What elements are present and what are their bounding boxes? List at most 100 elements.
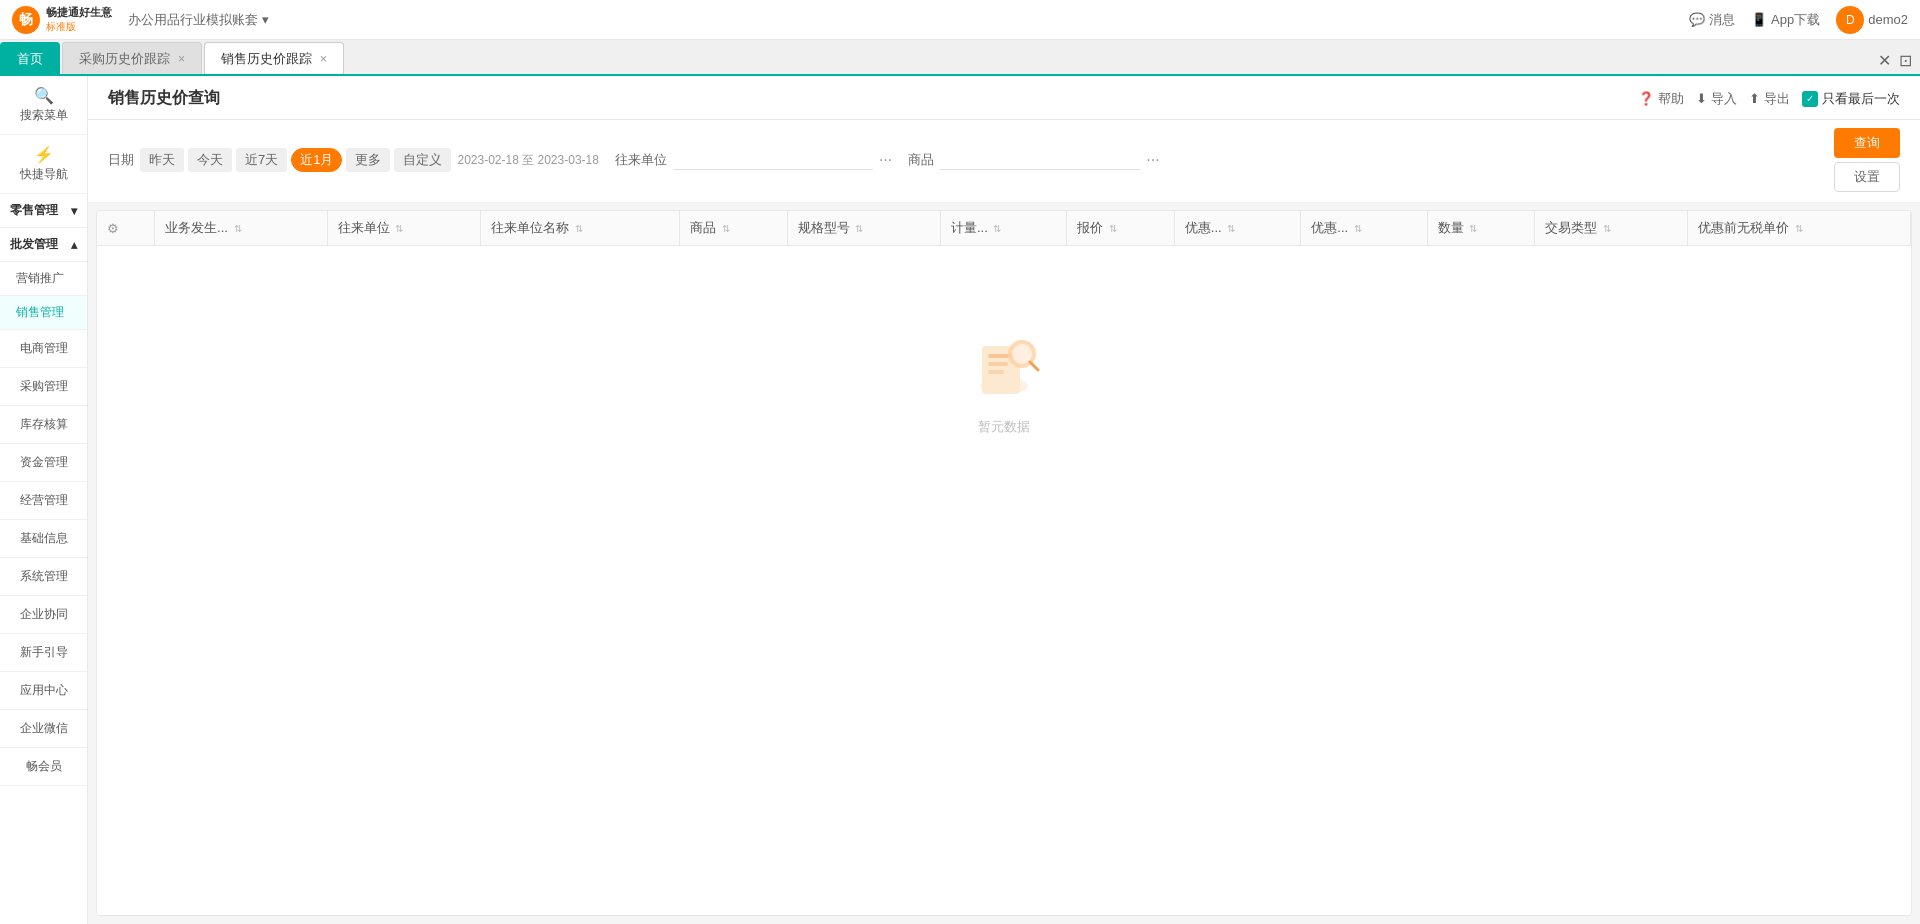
table-col-discount1[interactable]: 优惠... ⇅ (1174, 211, 1301, 246)
export-btn[interactable]: ⬆ 导出 (1749, 90, 1790, 108)
date-range-display: 2023-02-18 至 2023-03-18 (457, 152, 598, 169)
help-label: 帮助 (1658, 90, 1684, 108)
table-col-pre-tax-price[interactable]: 优惠前无税单价 ⇅ (1688, 211, 1911, 246)
only-last-checkbox-label[interactable]: ✓ 只看最后一次 (1802, 90, 1900, 108)
sort-spec-icon: ⇅ (855, 223, 863, 234)
sidebar-sub-item-sales-mgmt[interactable]: 销售管理 (0, 296, 87, 330)
gear-icon[interactable]: ⚙ (107, 221, 119, 236)
sidebar-sub-sales-label: 销售管理 (16, 305, 64, 319)
empty-text: 暂元数据 (978, 418, 1030, 436)
sidebar-item-inventory[interactable]: 库存核算 (0, 406, 87, 444)
sidebar-item-wechat-label: 企业微信 (20, 720, 68, 737)
sidebar-item-wholesale-label: 批发管理 (10, 236, 58, 253)
tab-purchase-history[interactable]: 采购历史价跟踪 × (62, 42, 202, 74)
table-body: 暂元数据 (97, 246, 1911, 517)
quote-header: 报价 (1077, 220, 1103, 235)
sort-product-icon: ⇅ (722, 223, 730, 234)
svg-rect-3 (988, 362, 1008, 366)
sidebar-item-retail-label: 零售管理 (10, 202, 58, 219)
sidebar-item-quick-nav[interactable]: ⚡ 快捷导航 (0, 135, 87, 194)
sidebar-item-membership[interactable]: 畅会员 (0, 748, 87, 786)
partner-input[interactable] (673, 150, 873, 170)
sidebar-item-wholesale-mgmt[interactable]: 批发管理 ▴ (0, 228, 87, 262)
filter-row: 日期 昨天 今天 近7天 近1月 更多 自定义 2023-02-18 至 202… (88, 120, 1920, 202)
table-col-quote[interactable]: 报价 ⇅ (1067, 211, 1174, 246)
logo-main-text: 畅捷通好生意 (46, 5, 112, 20)
import-btn[interactable]: ⬇ 导入 (1696, 90, 1737, 108)
sidebar-item-ecommerce[interactable]: 电商管理 (0, 330, 87, 368)
table-col-partner-name[interactable]: 往来单位名称 ⇅ (480, 211, 679, 246)
sidebar-item-app-center[interactable]: 应用中心 (0, 672, 87, 710)
help-btn[interactable]: ❓ 帮助 (1638, 90, 1684, 108)
close-sales-history-icon[interactable]: × (320, 52, 327, 66)
page-title-row: 销售历史价查询 ❓ 帮助 ⬇ 导入 ⬆ 导出 ✓ (108, 88, 1900, 109)
sidebar-item-basic-info[interactable]: 基础信息 (0, 520, 87, 558)
sidebar-item-enterprise-collab[interactable]: 企业协同 (0, 596, 87, 634)
table-header: ⚙ 业务发生... ⇅ 往来单位 ⇅ 往来单位名称 ⇅ (97, 211, 1911, 246)
partner-name-header: 往来单位名称 (491, 220, 569, 235)
sidebar-item-retail-mgmt[interactable]: 零售管理 ▾ (0, 194, 87, 228)
table-col-unit[interactable]: 计量... ⇅ (940, 211, 1067, 246)
purchase-history-tab-label: 采购历史价跟踪 (79, 50, 170, 68)
query-button[interactable]: 查询 (1834, 128, 1900, 158)
content-area: 销售历史价查询 ❓ 帮助 ⬇ 导入 ⬆ 导出 ✓ (88, 76, 1920, 924)
only-last-checkbox[interactable]: ✓ (1802, 91, 1818, 107)
date-filter-group: 日期 昨天 今天 近7天 近1月 更多 自定义 2023-02-18 至 202… (108, 148, 599, 172)
sidebar-item-search[interactable]: 🔍 搜索菜单 (0, 76, 87, 135)
empty-state: 暂元数据 (97, 246, 1911, 516)
table-col-settings[interactable]: ⚙ (97, 211, 155, 246)
product-input[interactable] (940, 150, 1140, 170)
sidebar-item-enterprise-wechat[interactable]: 企业微信 (0, 710, 87, 748)
page-title: 销售历史价查询 (108, 88, 220, 109)
table-col-partner-code[interactable]: 往来单位 ⇅ (327, 211, 480, 246)
sidebar-item-operations[interactable]: 经营管理 (0, 482, 87, 520)
spec-header: 规格型号 (798, 220, 850, 235)
date-btn-7days[interactable]: 近7天 (236, 148, 287, 172)
tab-sales-history[interactable]: 销售历史价跟踪 × (204, 42, 344, 74)
only-last-label: 只看最后一次 (1822, 90, 1900, 108)
settings-button[interactable]: 设置 (1834, 162, 1900, 192)
unit-header: 计量... (951, 220, 988, 235)
date-btn-today[interactable]: 今天 (188, 148, 232, 172)
maximize-icon[interactable]: ⊡ (1899, 51, 1912, 70)
nav-dropdown[interactable]: 办公用品行业模拟账套 ▾ (120, 11, 277, 29)
table-col-trade-type[interactable]: 交易类型 ⇅ (1535, 211, 1688, 246)
sidebar-item-app-center-label: 应用中心 (20, 682, 68, 699)
table-col-product[interactable]: 商品 ⇅ (680, 211, 787, 246)
table-col-spec[interactable]: 规格型号 ⇅ (787, 211, 940, 246)
date-btn-yesterday[interactable]: 昨天 (140, 148, 184, 172)
sidebar-item-collab-label: 企业协同 (20, 606, 68, 623)
table-col-business-date[interactable]: 业务发生... ⇅ (155, 211, 328, 246)
sidebar-item-finance[interactable]: 资金管理 (0, 444, 87, 482)
page-actions: ❓ 帮助 ⬇ 导入 ⬆ 导出 ✓ 只看最后一次 (1638, 90, 1900, 108)
date-btn-1month[interactable]: 近1月 (291, 148, 342, 172)
close-purchase-history-icon[interactable]: × (178, 52, 185, 66)
date-btn-custom[interactable]: 自定义 (394, 148, 451, 172)
top-bar-right: 💬 消息 📱 App下载 D demo2 (1689, 6, 1908, 34)
table-col-discount2[interactable]: 优惠... ⇅ (1301, 211, 1428, 246)
sidebar-item-operations-label: 经营管理 (20, 492, 68, 509)
product-picker-icon[interactable]: ··· (1146, 151, 1159, 169)
lightning-icon: ⚡ (34, 145, 54, 164)
message-label: 消息 (1709, 11, 1735, 29)
date-btn-more[interactable]: 更多 (346, 148, 390, 172)
user-menu[interactable]: D demo2 (1836, 6, 1908, 34)
sidebar-sub-item-marketing[interactable]: 营销推广 (0, 262, 87, 296)
partner-picker-icon[interactable]: ··· (879, 151, 892, 169)
discount2-header: 优惠... (1311, 220, 1348, 235)
tab-home[interactable]: 首页 (0, 42, 60, 74)
date-label: 日期 (108, 151, 134, 169)
close-all-tabs-icon[interactable]: ✕ (1878, 51, 1891, 70)
sidebar-item-purchase[interactable]: 采购管理 (0, 368, 87, 406)
sidebar-item-guide[interactable]: 新手引导 (0, 634, 87, 672)
avatar: D (1836, 6, 1864, 34)
search-icon: 🔍 (34, 86, 54, 105)
table-col-quantity[interactable]: 数量 ⇅ (1427, 211, 1534, 246)
app-download-action[interactable]: 📱 App下载 (1751, 11, 1820, 29)
sidebar-item-quick-nav-label: 快捷导航 (20, 166, 68, 183)
message-action[interactable]: 💬 消息 (1689, 11, 1735, 29)
sort-partner-name-icon: ⇅ (575, 223, 583, 234)
product-header: 商品 (690, 220, 716, 235)
user-name: demo2 (1868, 12, 1908, 27)
sidebar-item-system[interactable]: 系统管理 (0, 558, 87, 596)
